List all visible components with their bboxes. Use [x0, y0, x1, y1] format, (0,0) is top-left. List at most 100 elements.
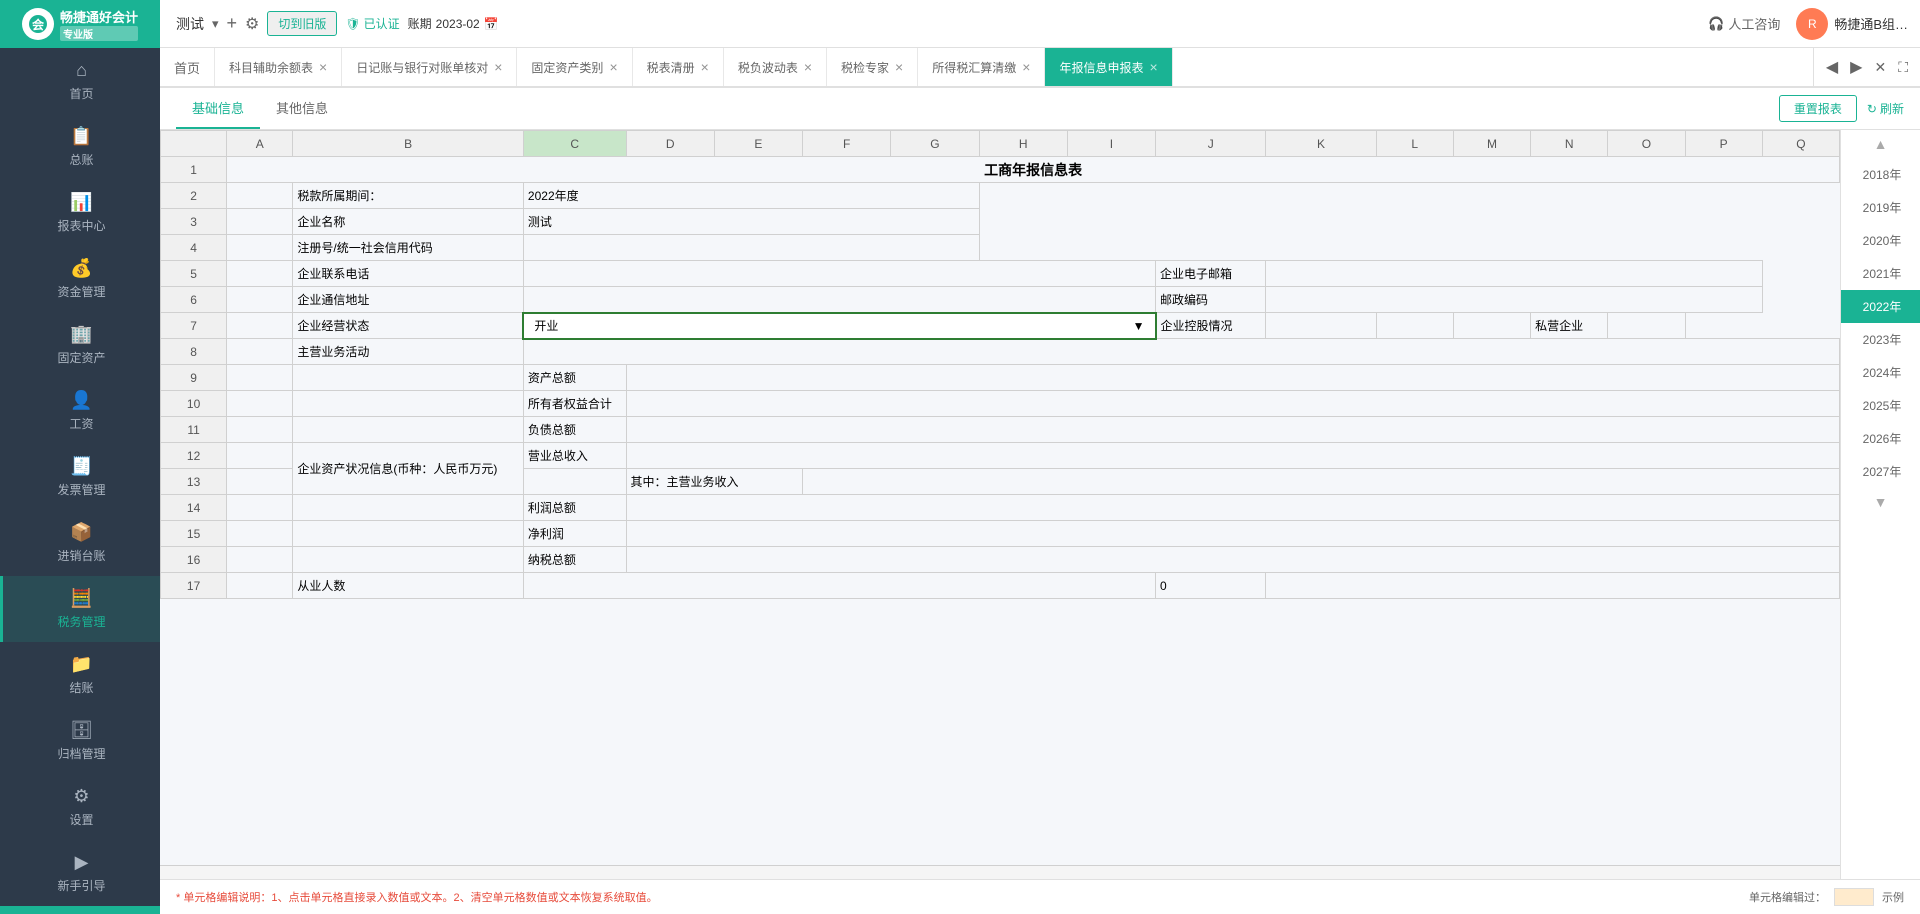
refresh-button[interactable]: ↻ 刷新 — [1867, 100, 1904, 117]
tab-close-tax_wave[interactable]: × — [804, 59, 812, 75]
tab-prev-icon[interactable]: ◀ — [1822, 53, 1842, 81]
year-item-2026年[interactable]: 2026年 — [1841, 422, 1920, 455]
cell-r7c2[interactable]: 开业▼ — [523, 313, 1155, 339]
settings-icon[interactable]: ⚙ — [245, 14, 259, 34]
sidebar-item-archive[interactable]: 🗄归档管理 — [0, 708, 160, 774]
cell-r14c3 — [626, 495, 1839, 521]
sidebar-label-archive: 归档管理 — [57, 745, 105, 762]
col-header-B[interactable]: B — [293, 131, 524, 157]
add-button[interactable]: + — [227, 13, 238, 34]
service-label: 人工咨询 — [1728, 14, 1780, 33]
sidebar-item-wages[interactable]: 👤工资 — [0, 378, 160, 444]
tab-close-tax_return[interactable]: × — [701, 59, 709, 75]
subtab-other[interactable]: 其他信息 — [260, 88, 344, 129]
year-item-2020年[interactable]: 2020年 — [1841, 224, 1920, 257]
tab-close-aux[interactable]: × — [319, 59, 327, 75]
edited-label: 单元格编辑过： — [1749, 889, 1826, 905]
logo[interactable]: 会 畅捷通好会计 专业版 — [0, 0, 160, 48]
cell-r14c1 — [293, 495, 524, 521]
col-header-M[interactable]: M — [1453, 131, 1530, 157]
year-item-2022年[interactable]: 2022年 — [1841, 290, 1920, 323]
cell-r3c0 — [227, 209, 293, 235]
tab-annual[interactable]: 年报信息申报表× — [1045, 48, 1172, 86]
col-header-A[interactable]: A — [227, 131, 293, 157]
col-header-L[interactable]: L — [1376, 131, 1453, 157]
tab-close-journal[interactable]: × — [494, 59, 502, 75]
close-all-tabs-icon[interactable]: ✕ — [1870, 55, 1890, 80]
tab-income_tax[interactable]: 所得税汇算清缴× — [918, 48, 1045, 86]
cell-r3c1: 企业名称 — [293, 209, 524, 235]
year-item-2027年[interactable]: 2027年 — [1841, 455, 1920, 488]
tab-aux[interactable]: 科目辅助余额表× — [215, 48, 342, 86]
sheet-scroll[interactable]: ABCDEFGHIJKLMNOPQ 1工商年报信息表2税款所属期间：2022年度… — [160, 130, 1840, 865]
tab-close-tax_expert[interactable]: × — [895, 59, 903, 75]
tab-next-icon[interactable]: ▶ — [1846, 53, 1866, 81]
tab-journal[interactable]: 日记账与银行对账单核对× — [342, 48, 517, 86]
cell-r2c0 — [227, 183, 293, 209]
tab-home[interactable]: 首页 — [160, 48, 215, 86]
sidebar-item-trade[interactable]: 📦进销台账 — [0, 510, 160, 576]
sidebar-item-ledger[interactable]: 📋总账 — [0, 114, 160, 180]
col-header-C[interactable]: C — [523, 131, 626, 157]
col-header-K[interactable]: K — [1266, 131, 1376, 157]
sidebar-item-settings[interactable]: ⚙设置 — [0, 774, 160, 840]
switch-old-button[interactable]: 切到旧版 — [267, 11, 337, 36]
sidebar-item-fixed[interactable]: 🏢固定资产 — [0, 312, 160, 378]
col-header-E[interactable]: E — [714, 131, 802, 157]
row-17-num: 17 — [161, 573, 227, 599]
year-down-nav[interactable]: ▼ — [1841, 488, 1920, 516]
col-header-F[interactable]: F — [803, 131, 891, 157]
sidebar-item-reports[interactable]: 📊报表中心 — [0, 180, 160, 246]
year-up-nav[interactable]: ▲ — [1841, 130, 1920, 158]
reset-button[interactable]: 重置报表 — [1779, 95, 1857, 122]
year-item-2019年[interactable]: 2019年 — [1841, 191, 1920, 224]
sidebar-item-guide[interactable]: ▶新手引导 — [0, 840, 160, 906]
calendar-icon[interactable]: 📅 — [484, 17, 499, 31]
tab-close-annual[interactable]: × — [1149, 59, 1157, 75]
user-name: 畅捷通B组… — [1834, 14, 1908, 33]
col-header-G[interactable]: G — [891, 131, 979, 157]
sidebar-item-tax[interactable]: 🧮税务管理 — [0, 576, 160, 642]
cell-r15c3 — [626, 521, 1839, 547]
col-header-N[interactable]: N — [1531, 131, 1608, 157]
cell-r6c2 — [523, 287, 1155, 313]
tab-tax_return[interactable]: 税表清册× — [633, 48, 724, 86]
tab-fixed_cat[interactable]: 固定资产类别× — [517, 48, 632, 86]
tab-close-income_tax[interactable]: × — [1022, 59, 1030, 75]
col-header-P[interactable]: P — [1685, 131, 1762, 157]
cell-r9c0 — [227, 365, 293, 391]
sidebar-item-home[interactable]: ⌂首页 — [0, 48, 160, 114]
expand-icon[interactable]: ⛶ — [1894, 55, 1912, 80]
sidebar-item-capital[interactable]: 💰资金管理 — [0, 246, 160, 312]
year-item-2023年[interactable]: 2023年 — [1841, 323, 1920, 356]
year-item-2024年[interactable]: 2024年 — [1841, 356, 1920, 389]
col-header-I[interactable]: I — [1067, 131, 1155, 157]
horizontal-scrollbar[interactable] — [160, 865, 1840, 879]
subtab-basic[interactable]: 基础信息 — [176, 88, 260, 129]
year-item-2018年[interactable]: 2018年 — [1841, 158, 1920, 191]
sidebar-item-close[interactable]: 📁结账 — [0, 642, 160, 708]
cell-r8c1: 主营业务活动 — [293, 339, 524, 365]
year-item-2021年[interactable]: 2021年 — [1841, 257, 1920, 290]
col-header-O[interactable]: O — [1608, 131, 1685, 157]
col-header-D[interactable]: D — [626, 131, 714, 157]
cancel-pin-button[interactable]: ◀ ◀取消固定 — [0, 906, 160, 914]
cell-r16c3 — [626, 547, 1839, 573]
invoice-icon: 🧾 — [70, 456, 92, 477]
subtab-actions: 重置报表 ↻ 刷新 — [1779, 89, 1904, 128]
logo-sub: 专业版 — [60, 26, 138, 41]
cell-r11c3 — [626, 417, 1839, 443]
col-header-H[interactable]: H — [979, 131, 1067, 157]
user-menu[interactable]: R 畅捷通B组… — [1796, 8, 1908, 40]
year-item-2025年[interactable]: 2025年 — [1841, 389, 1920, 422]
tab-tax_wave[interactable]: 税负波动表× — [724, 48, 827, 86]
service-button[interactable]: 🎧 人工咨询 — [1708, 14, 1780, 33]
tab-close-fixed_cat[interactable]: × — [609, 59, 617, 75]
status-right: 单元格编辑过： 示例 — [1749, 888, 1904, 906]
col-header-J[interactable]: J — [1156, 131, 1266, 157]
company-dropdown-icon[interactable]: ▾ — [212, 16, 219, 32]
cell-r6c4 — [1266, 287, 1762, 313]
tab-tax_expert[interactable]: 税检专家× — [827, 48, 918, 86]
sidebar-item-invoice[interactable]: 🧾发票管理 — [0, 444, 160, 510]
col-header-Q[interactable]: Q — [1762, 131, 1839, 157]
